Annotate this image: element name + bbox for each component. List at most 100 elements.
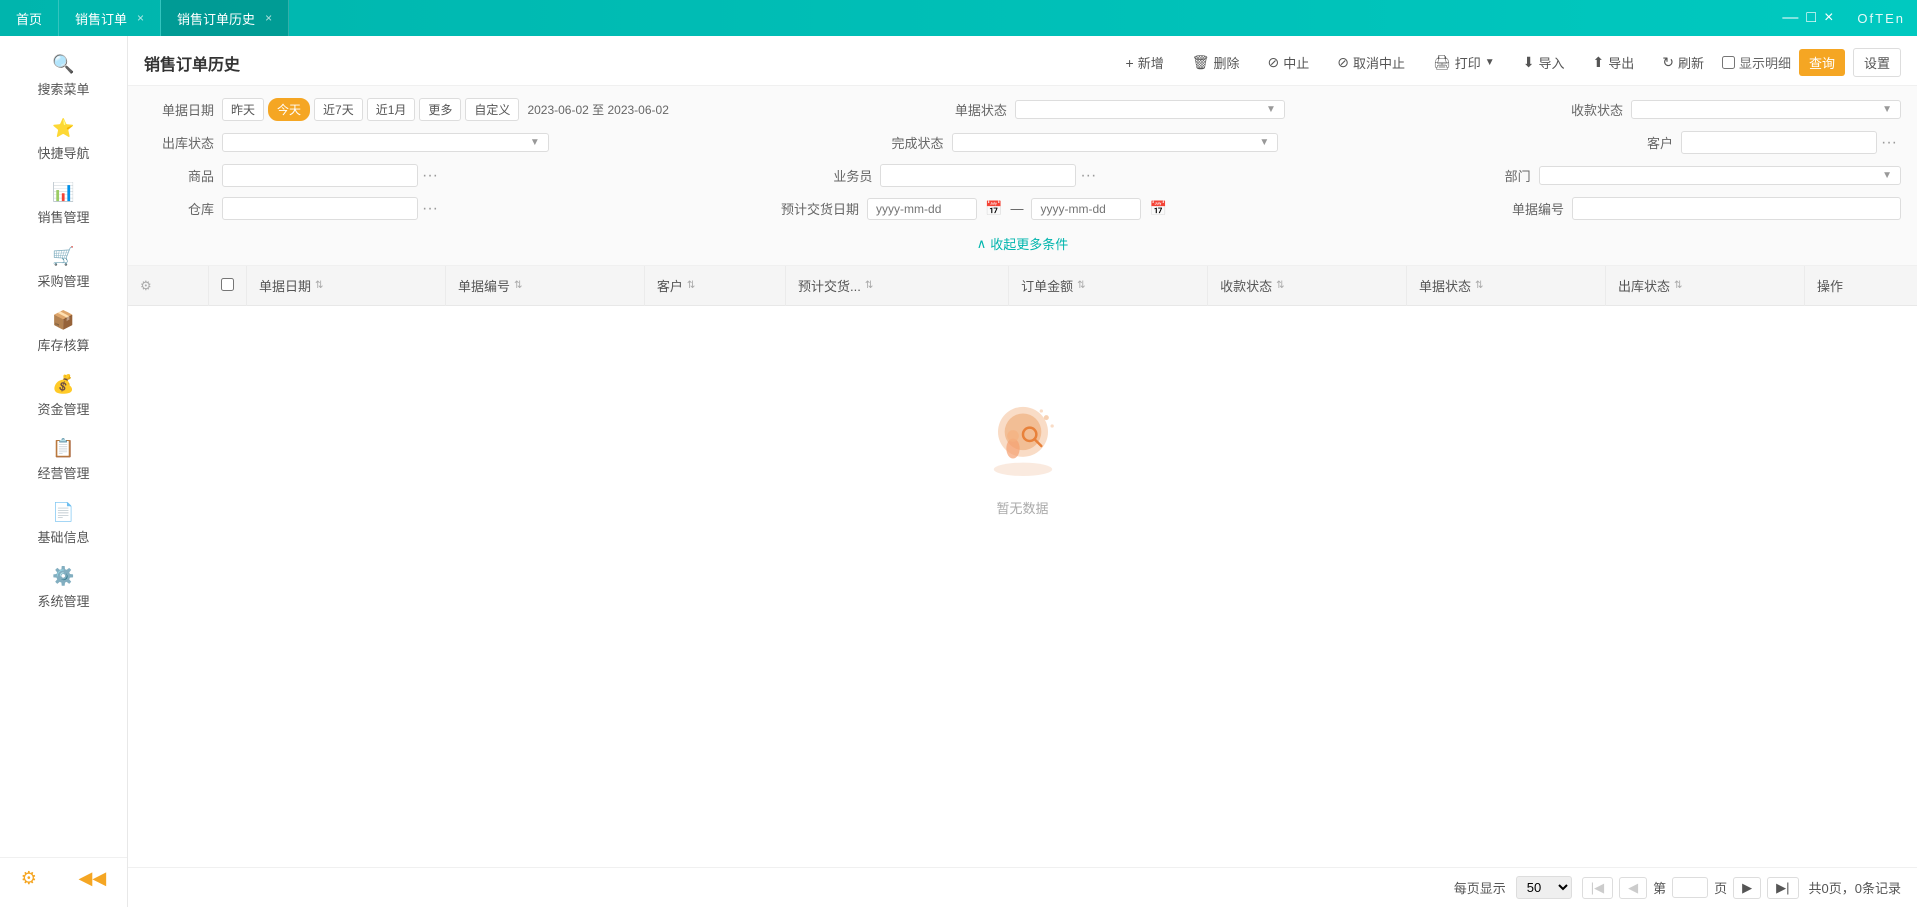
delete-button[interactable]: 🗑 删除 [1182, 49, 1250, 76]
sys-mgmt-icon: ⚙️ [52, 566, 74, 587]
th-no[interactable]: 单据编号 ⇅ [445, 266, 644, 306]
select-all-checkbox[interactable] [221, 278, 234, 291]
quick-nav-icon: ⭐ [52, 118, 74, 139]
print-label: 打印 [1455, 53, 1481, 72]
th-outbound-status-sort-icon: ⇅ [1674, 280, 1682, 291]
sidebar-item-quick-nav[interactable]: ⭐ 快捷导航 [0, 108, 127, 172]
new-icon: + [1126, 55, 1134, 71]
th-settings[interactable]: ⚙ [128, 266, 208, 306]
per-page-select[interactable]: 50 20 100 200 [1516, 876, 1572, 899]
date-btn-last7[interactable]: 近7天 [314, 98, 363, 121]
th-expected[interactable]: 预计交货... ⇅ [786, 266, 1009, 306]
th-operation: 操作 [1804, 266, 1917, 306]
th-payment-status[interactable]: 收款状态 ⇅ [1208, 266, 1407, 306]
top-bar-close-icon[interactable]: — [1782, 9, 1798, 27]
sidebar-item-purchase[interactable]: 🛒 采购管理 [0, 236, 127, 300]
date-btn-last-month[interactable]: 近1月 [367, 98, 416, 121]
sidebar-item-sys-mgmt-label: 系统管理 [37, 591, 89, 610]
th-outbound-status[interactable]: 出库状态 ⇅ [1606, 266, 1805, 306]
salesman-label: 业务员 [802, 166, 872, 185]
filter-row-2: 出库状态 ▼ 完成状态 ▼ 客户 ··· [144, 131, 1901, 154]
date-btn-yesterday[interactable]: 昨天 [222, 98, 264, 121]
page-number-input[interactable]: 1 [1672, 877, 1708, 898]
operations-icon: 📋 [52, 438, 74, 459]
date-btn-today[interactable]: 今天 [268, 98, 310, 121]
sidebar-item-search-menu[interactable]: 🔍 搜索菜单 [0, 44, 127, 108]
sidebar-item-inventory[interactable]: 📦 库存核算 [0, 300, 127, 364]
goods-dots-icon[interactable]: ··· [418, 167, 442, 185]
th-date[interactable]: 单据日期 ⇅ [246, 266, 445, 306]
date-filter: 昨天 今天 近7天 近1月 更多 自定义 2023-06-02 至 2023-0… [222, 98, 669, 121]
import-button[interactable]: ⬇ 导入 [1513, 49, 1575, 76]
sidebar-item-base-info[interactable]: 📄 基础信息 [0, 492, 127, 556]
settings-gear-icon[interactable]: ⚙ [140, 278, 152, 293]
sidebar-item-sys-mgmt[interactable]: ⚙️ 系统管理 [0, 556, 127, 620]
dept-select[interactable]: ▼ [1539, 166, 1901, 185]
th-order-status-sort-icon: ⇅ [1475, 280, 1483, 291]
display-toggle-checkbox[interactable] [1722, 56, 1735, 69]
date-btn-more[interactable]: 更多 [419, 98, 461, 121]
date-from-input[interactable] [867, 198, 977, 220]
export-icon: ⬆ [1592, 54, 1604, 71]
date-to-input[interactable] [1031, 198, 1141, 220]
date-btn-custom[interactable]: 自定义 [465, 98, 519, 121]
date-dash: — [1010, 201, 1023, 216]
cancel-stop-button[interactable]: ⊘ 取消中止 [1327, 49, 1415, 76]
tab-sales-order[interactable]: 销售订单 × [59, 0, 161, 36]
outbound-select[interactable]: ▼ [222, 133, 549, 152]
top-bar-minimize-icon[interactable]: □ [1806, 9, 1816, 27]
sidebar-item-quick-nav-label: 快捷导航 [37, 143, 89, 162]
goods-input[interactable] [222, 164, 418, 187]
last-page-button[interactable]: ▶| [1767, 877, 1798, 899]
new-button[interactable]: + 新增 [1116, 49, 1174, 76]
status-arrow-icon: ▼ [1266, 104, 1276, 115]
tab-sales-order-close[interactable]: × [137, 11, 144, 25]
display-toggle[interactable]: 显示明细 [1722, 53, 1791, 72]
th-amount[interactable]: 订单金额 ⇅ [1009, 266, 1208, 306]
sound-bottom-icon[interactable]: ◀◀ [79, 868, 107, 889]
tab-home[interactable]: 首页 [0, 0, 59, 36]
calendar-from-icon[interactable]: 📅 [985, 200, 1002, 217]
payment-status-select[interactable]: ▼ [1631, 100, 1901, 119]
th-order-status[interactable]: 单据状态 ⇅ [1407, 266, 1606, 306]
first-page-button[interactable]: |◀ [1582, 877, 1613, 899]
sidebar-item-finance[interactable]: 💰 资金管理 [0, 364, 127, 428]
sidebar-item-sales-label: 销售管理 [37, 207, 89, 226]
empty-state-cell: 暂无数据 [128, 306, 1917, 558]
salesman-dots-icon[interactable]: ··· [1076, 167, 1100, 185]
tab-sales-history[interactable]: 销售订单历史 × [161, 0, 289, 36]
print-button[interactable]: 🖨 打印 ▼ [1423, 49, 1505, 76]
pagination: |◀ ◀ 第 1 页 ▶ ▶| [1582, 877, 1799, 899]
sidebar-item-operations[interactable]: 📋 经营管理 [0, 428, 127, 492]
table-wrapper[interactable]: ⚙ 单据日期 ⇅ 单据编号 [128, 266, 1917, 867]
calendar-to-icon[interactable]: 📅 [1149, 200, 1166, 217]
main-layout: 🔍 搜索菜单 ⭐ 快捷导航 📊 销售管理 🛒 采购管理 📦 库存核算 💰 资金管… [0, 36, 1917, 907]
status-select[interactable]: ▼ [1015, 100, 1285, 119]
tab-sales-history-close[interactable]: × [265, 11, 272, 25]
sidebar-item-sales[interactable]: 📊 销售管理 [0, 172, 127, 236]
warehouse-dots-icon[interactable]: ··· [418, 200, 442, 218]
prev-page-button[interactable]: ◀ [1619, 877, 1647, 899]
tab-home-label: 首页 [16, 9, 42, 28]
stop-button[interactable]: ⊘ 中止 [1258, 49, 1320, 76]
settings-bottom-icon[interactable]: ⚙ [21, 868, 37, 889]
outbound-arrow-icon: ▼ [530, 137, 540, 148]
customer-input[interactable] [1681, 131, 1877, 154]
th-checkbox[interactable] [208, 266, 246, 306]
settings-button[interactable]: 设置 [1853, 48, 1901, 77]
brand-label: OfTEn [1845, 11, 1917, 26]
th-no-sort-icon: ⇅ [514, 280, 522, 291]
refresh-button[interactable]: ↻ 刷新 [1652, 49, 1714, 76]
payment-status-label: 收款状态 [1553, 100, 1623, 119]
th-customer[interactable]: 客户 ⇅ [644, 266, 785, 306]
next-page-button[interactable]: ▶ [1733, 877, 1761, 899]
complete-select[interactable]: ▼ [952, 133, 1279, 152]
customer-dots-icon[interactable]: ··· [1877, 134, 1901, 152]
query-button[interactable]: 查询 [1799, 49, 1845, 76]
order-no-input[interactable] [1572, 197, 1901, 220]
export-button[interactable]: ⬆ 导出 [1582, 49, 1644, 76]
top-bar-x-icon[interactable]: × [1824, 9, 1833, 27]
warehouse-input[interactable] [222, 197, 418, 220]
collapse-bar[interactable]: ∧ 收起更多条件 [144, 230, 1901, 253]
salesman-input[interactable] [880, 164, 1076, 187]
